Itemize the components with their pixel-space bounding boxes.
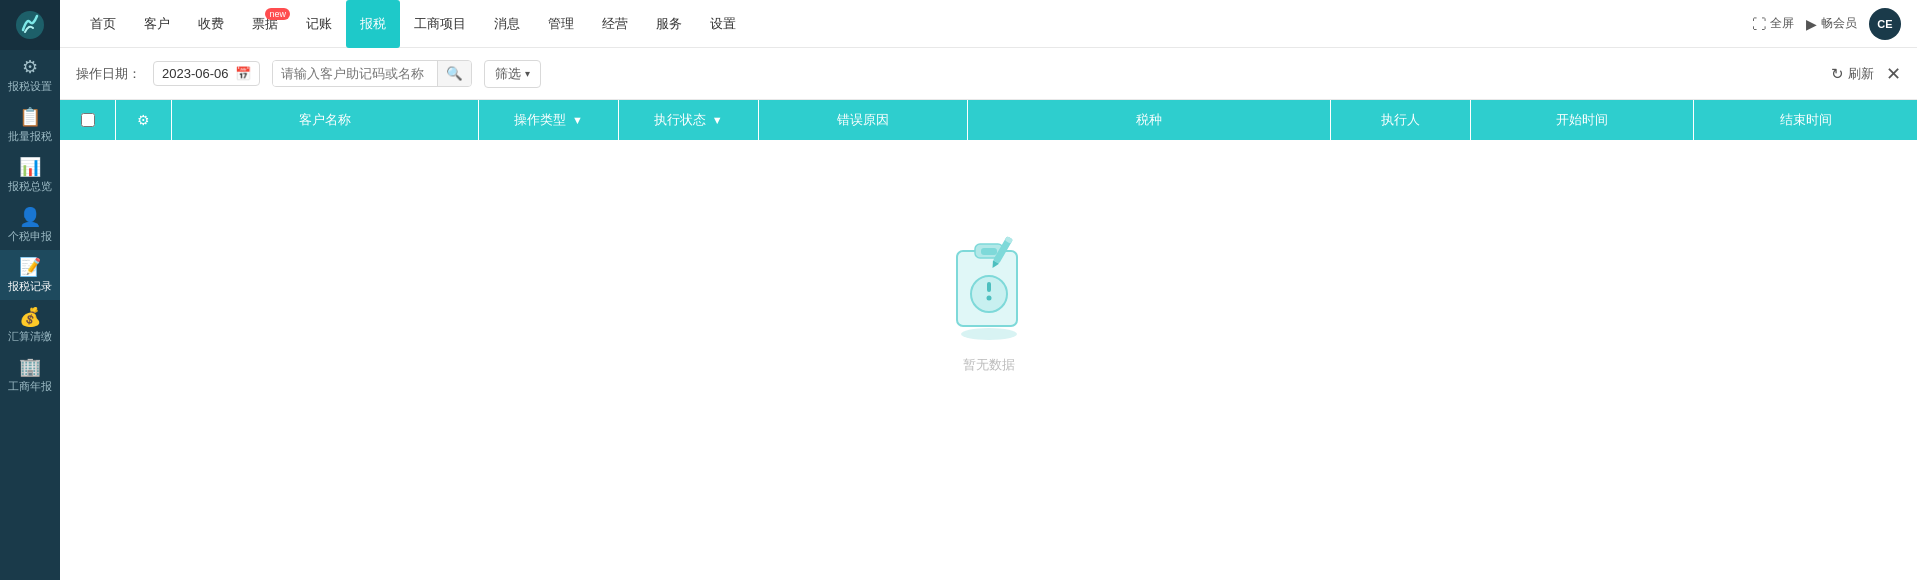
sidebar: ⚙ 报税设置 📋 批量报税 📊 报税总览 👤 个税申报 📝 报税记录 💰 汇算清… — [0, 0, 60, 580]
th-executor: 执行人 — [1331, 100, 1471, 140]
sidebar-item-geshuishenbao[interactable]: 👤 个税申报 — [0, 200, 60, 250]
refresh-button[interactable]: ↻ 刷新 — [1831, 65, 1874, 83]
new-badge: new — [265, 8, 290, 20]
calendar-icon: 📅 — [235, 66, 251, 81]
filter-button[interactable]: 筛选 ▾ — [484, 60, 541, 88]
nav-fuwu[interactable]: 服务 — [642, 0, 696, 48]
nav-gongshangxiangmu[interactable]: 工商项目 — [400, 0, 480, 48]
nav-right: ⛶ 全屏 ▶ 畅会员 CE — [1752, 8, 1901, 40]
nav-shouye[interactable]: 首页 — [76, 0, 130, 48]
data-table: ⚙ 客户名称 操作类型 ▼ 执行状态 ▼ — [60, 100, 1917, 460]
settings-icon: ⚙ — [22, 58, 38, 76]
date-picker[interactable]: 2023-06-06 📅 — [153, 61, 260, 86]
search-icon: 🔍 — [446, 66, 463, 81]
th-tax-type: 税种 — [968, 100, 1331, 140]
overview-icon: 📊 — [19, 158, 41, 176]
svg-point-5 — [971, 276, 1007, 312]
sidebar-item-baoshuizonglan[interactable]: 📊 报税总览 — [0, 150, 60, 200]
nav-guanli[interactable]: 管理 — [534, 0, 588, 48]
refresh-icon: ↻ — [1831, 65, 1844, 83]
close-button[interactable]: ✕ — [1886, 65, 1901, 83]
svg-point-0 — [16, 11, 44, 39]
table-header-row: ⚙ 客户名称 操作类型 ▼ 执行状态 ▼ — [60, 100, 1917, 140]
table-wrapper: ⚙ 客户名称 操作类型 ▼ 执行状态 ▼ — [60, 100, 1917, 580]
sidebar-item-label: 报税设置 — [8, 79, 52, 94]
nav-jizhang[interactable]: 记账 — [292, 0, 346, 48]
date-value: 2023-06-06 — [162, 66, 229, 81]
personal-tax-icon: 👤 — [19, 208, 41, 226]
sidebar-item-label: 汇算清缴 — [8, 329, 52, 344]
nav-kehu[interactable]: 客户 — [130, 0, 184, 48]
nav-shoufei[interactable]: 收费 — [184, 0, 238, 48]
member-button[interactable]: ▶ 畅会员 — [1806, 15, 1857, 32]
nav-shezhi[interactable]: 设置 — [696, 0, 750, 48]
nav-xiaoxi[interactable]: 消息 — [480, 0, 534, 48]
batch-tax-icon: 📋 — [19, 108, 41, 126]
th-customer-name: 客户名称 — [172, 100, 479, 140]
topnav: 首页 客户 收费 票据 new 记账 报税 工商项目 消息 管理 经营 — [60, 0, 1917, 48]
close-icon: ✕ — [1886, 64, 1901, 84]
th-status[interactable]: 执行状态 ▼ — [618, 100, 758, 140]
gear-icon: ⚙ — [137, 112, 150, 128]
search-button[interactable]: 🔍 — [437, 61, 471, 86]
sidebar-item-baoshuijilu[interactable]: 📝 报税记录 — [0, 250, 60, 300]
sidebar-item-label: 个税申报 — [8, 229, 52, 244]
sidebar-item-label: 批量报税 — [8, 129, 52, 144]
optype-filter-icon: ▼ — [572, 114, 583, 126]
th-checkbox — [60, 100, 116, 140]
main-wrapper: 首页 客户 收费 票据 new 记账 报税 工商项目 消息 管理 经营 — [60, 0, 1917, 580]
sidebar-item-label: 报税总览 — [8, 179, 52, 194]
th-end-time: 结束时间 — [1694, 100, 1917, 140]
nav-jingying[interactable]: 经营 — [588, 0, 642, 48]
fullscreen-button[interactable]: ⛶ 全屏 — [1752, 15, 1794, 32]
status-filter-icon: ▼ — [712, 114, 723, 126]
svg-rect-4 — [981, 248, 997, 255]
annual-report-icon: 🏢 — [19, 358, 41, 376]
svg-point-7 — [986, 296, 991, 301]
empty-state: 暂无数据 — [60, 140, 1917, 460]
empty-state-row: 暂无数据 — [60, 140, 1917, 460]
video-icon: ▶ — [1806, 16, 1817, 32]
chevron-down-icon: ▾ — [525, 68, 530, 79]
date-label: 操作日期： — [76, 65, 141, 83]
sidebar-item-huisuanqingduo[interactable]: 💰 汇算清缴 — [0, 300, 60, 350]
sidebar-item-piliangbaoshui[interactable]: 📋 批量报税 — [0, 100, 60, 150]
th-error-reason: 错误原因 — [758, 100, 967, 140]
search-box: 🔍 — [272, 60, 472, 87]
sidebar-item-label: 报税记录 — [8, 279, 52, 294]
toolbar: 操作日期： 2023-06-06 📅 🔍 筛选 ▾ ↻ 刷新 ✕ — [60, 48, 1917, 100]
user-avatar[interactable]: CE — [1869, 8, 1901, 40]
nav-baoshui[interactable]: 报税 — [346, 0, 400, 48]
content-area: 操作日期： 2023-06-06 📅 🔍 筛选 ▾ ↻ 刷新 ✕ — [60, 48, 1917, 580]
th-start-time: 开始时间 — [1470, 100, 1693, 140]
fullscreen-icon: ⛶ — [1752, 16, 1766, 32]
tax-record-icon: 📝 — [19, 258, 41, 276]
th-gear[interactable]: ⚙ — [116, 100, 172, 140]
nav-piao[interactable]: 票据 new — [238, 0, 292, 48]
svg-rect-6 — [987, 282, 991, 292]
select-all-checkbox[interactable] — [81, 113, 95, 127]
filter-label: 筛选 — [495, 65, 521, 83]
th-op-type[interactable]: 操作类型 ▼ — [479, 100, 619, 140]
reconcile-icon: 💰 — [19, 308, 41, 326]
sidebar-item-label: 工商年报 — [8, 379, 52, 394]
sidebar-item-gongshangnianbao[interactable]: 🏢 工商年报 — [0, 350, 60, 400]
search-input[interactable] — [273, 61, 437, 86]
sidebar-item-baoshuishezhi[interactable]: ⚙ 报税设置 — [0, 50, 60, 100]
empty-text: 暂无数据 — [963, 356, 1015, 374]
table-body: 暂无数据 — [60, 140, 1917, 460]
logo — [0, 0, 60, 50]
svg-point-1 — [961, 328, 1017, 340]
empty-illustration — [939, 226, 1039, 346]
